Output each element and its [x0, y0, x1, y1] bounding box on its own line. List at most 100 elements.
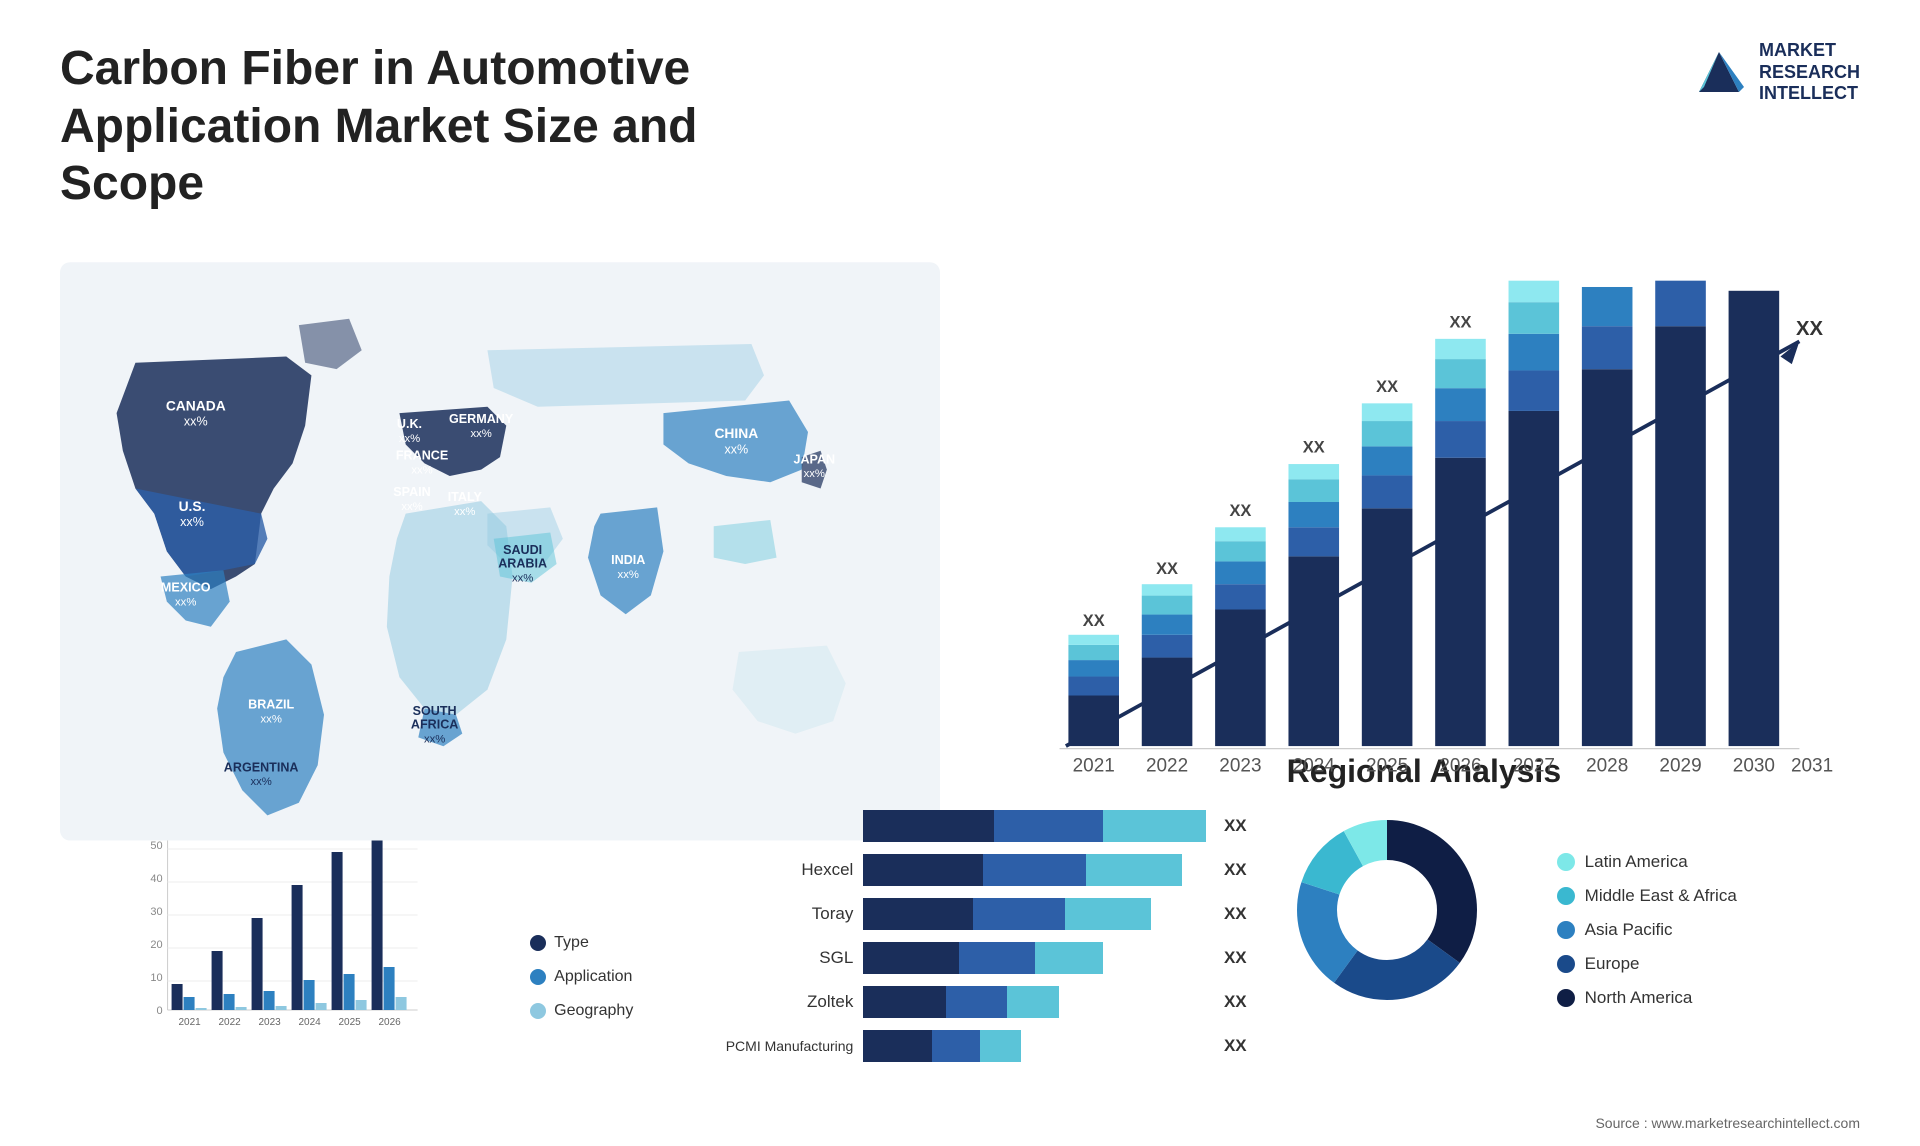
player-row-sgl: SGL XX: [673, 942, 1246, 974]
svg-text:2027: 2027: [1513, 755, 1555, 776]
svg-text:20: 20: [150, 939, 162, 951]
legend-middle-east-label: Middle East & Africa: [1585, 886, 1737, 906]
player-row-zoltek: Zoltek XX: [673, 986, 1246, 1018]
china-label: CHINA: [714, 425, 758, 441]
legend-north-america-label: North America: [1585, 988, 1693, 1008]
legend-asia-pacific-dot: [1557, 921, 1575, 939]
svg-text:AFRICA: AFRICA: [411, 717, 458, 731]
donut-chart-container: [1287, 810, 1527, 1050]
player-xx-toray: XX: [1224, 904, 1247, 924]
player-name-sgl: SGL: [673, 948, 853, 968]
player-bar-sgl: [863, 942, 1206, 974]
spain-label: SPAIN: [393, 485, 430, 499]
svg-text:30: 30: [150, 906, 162, 918]
mexico-label: MEXICO: [161, 580, 211, 594]
page-container: Carbon Fiber in Automotive Application M…: [0, 0, 1920, 1146]
svg-text:2028: 2028: [1586, 755, 1628, 776]
growth-chart-section: XX XX XX: [980, 243, 1860, 860]
svg-text:2021: 2021: [1073, 755, 1115, 776]
uk-label: U.K.: [397, 417, 422, 431]
player-name-pcmi: PCMI Manufacturing: [673, 1038, 853, 1054]
legend-geography: Geography: [530, 1002, 633, 1020]
svg-text:XX: XX: [1083, 612, 1105, 630]
svg-text:xx%: xx%: [724, 442, 748, 456]
header: Carbon Fiber in Automotive Application M…: [60, 40, 1860, 213]
legend-geography-label: Geography: [554, 1002, 633, 1020]
legend-europe-label: Europe: [1585, 954, 1640, 974]
svg-text:2023: 2023: [258, 1017, 281, 1028]
brazil-label: BRAZIL: [248, 697, 294, 711]
legend-application-dot: [530, 969, 546, 985]
svg-text:2025: 2025: [338, 1017, 361, 1028]
svg-text:2030: 2030: [1733, 755, 1775, 776]
svg-text:xx%: xx%: [261, 713, 282, 725]
legend-north-america-dot: [1557, 989, 1575, 1007]
legend-europe-dot: [1557, 955, 1575, 973]
legend-north-america: North America: [1557, 988, 1737, 1008]
south-africa-label: SOUTH: [413, 704, 457, 718]
svg-text:XX: XX: [1156, 560, 1178, 578]
legend-asia-pacific-label: Asia Pacific: [1585, 920, 1673, 940]
svg-text:ARABIA: ARABIA: [498, 556, 547, 570]
svg-text:xx%: xx%: [401, 501, 422, 513]
logo-area: MARKET RESEARCH INTELLECT: [1689, 40, 1860, 105]
svg-text:xx%: xx%: [454, 506, 475, 518]
player-bar-hexcel: [863, 854, 1206, 886]
player-name-hexcel: Hexcel: [673, 860, 853, 880]
player-xx-pcmi: XX: [1224, 1036, 1247, 1056]
svg-text:xx%: xx%: [399, 433, 420, 445]
legend-type: Type: [530, 934, 633, 952]
player-name-toray: Toray: [673, 904, 853, 924]
legend-middle-east-dot: [1557, 887, 1575, 905]
legend-middle-east: Middle East & Africa: [1557, 886, 1737, 906]
svg-text:2022: 2022: [218, 1017, 241, 1028]
svg-text:2023: 2023: [1219, 755, 1261, 776]
svg-text:2026: 2026: [378, 1017, 401, 1028]
svg-text:xx%: xx%: [470, 428, 491, 440]
saudi-label: SAUDI: [503, 543, 542, 557]
argentina-label: ARGENTINA: [224, 760, 299, 774]
svg-text:xx%: xx%: [411, 464, 432, 476]
logo-text: MARKET RESEARCH INTELLECT: [1759, 40, 1860, 105]
svg-text:XX: XX: [1229, 502, 1251, 520]
growth-chart-svg: XX XX XX: [990, 263, 1850, 850]
source-text: Source : www.marketresearchintellect.com: [1595, 1115, 1860, 1131]
svg-text:2026: 2026: [1439, 755, 1481, 776]
france-label: FRANCE: [396, 448, 448, 462]
player-bar-pcmi: [863, 1030, 1206, 1062]
svg-text:xx%: xx%: [180, 515, 204, 529]
india-label: INDIA: [611, 553, 645, 567]
player-bar-zoltek: [863, 986, 1206, 1018]
page-title: Carbon Fiber in Automotive Application M…: [60, 40, 760, 213]
player-name-zoltek: Zoltek: [673, 992, 853, 1012]
player-bar-mccfc: [863, 810, 1206, 842]
regional-legend: Latin America Middle East & Africa Asia …: [1557, 852, 1737, 1008]
svg-text:2021: 2021: [178, 1017, 201, 1028]
svg-text:2024: 2024: [1293, 755, 1335, 776]
svg-text:XX: XX: [1796, 318, 1823, 340]
legend-asia-pacific: Asia Pacific: [1557, 920, 1737, 940]
player-row-toray: Toray XX: [673, 898, 1246, 930]
legend-application-label: Application: [554, 968, 632, 986]
legend-europe: Europe: [1557, 954, 1737, 974]
japan-label: JAPAN: [793, 452, 835, 466]
svg-text:2031: 2031: [1791, 755, 1833, 776]
donut-chart-svg: [1287, 810, 1487, 1010]
svg-text:0: 0: [156, 1005, 162, 1017]
svg-text:xx%: xx%: [175, 596, 196, 608]
segmentation-legend: Type Application Geography: [530, 934, 633, 1020]
legend-type-dot: [530, 935, 546, 951]
legend-application: Application: [530, 968, 633, 986]
legend-type-label: Type: [554, 934, 589, 952]
world-map-svg: CANADA xx% U.S. xx% MEXICO xx% BRAZIL xx…: [60, 243, 940, 860]
map-section: CANADA xx% U.S. xx% MEXICO xx% BRAZIL xx…: [60, 243, 940, 860]
player-row-pcmi: PCMI Manufacturing XX: [673, 1030, 1246, 1062]
legend-geography-dot: [530, 1003, 546, 1019]
player-xx-sgl: XX: [1224, 948, 1247, 968]
player-bar-toray: [863, 898, 1206, 930]
svg-text:xx%: xx%: [250, 776, 271, 788]
logo-icon: [1689, 42, 1749, 102]
svg-text:2024: 2024: [298, 1017, 321, 1028]
germany-label: GERMANY: [449, 412, 514, 426]
svg-text:xx%: xx%: [618, 569, 639, 581]
